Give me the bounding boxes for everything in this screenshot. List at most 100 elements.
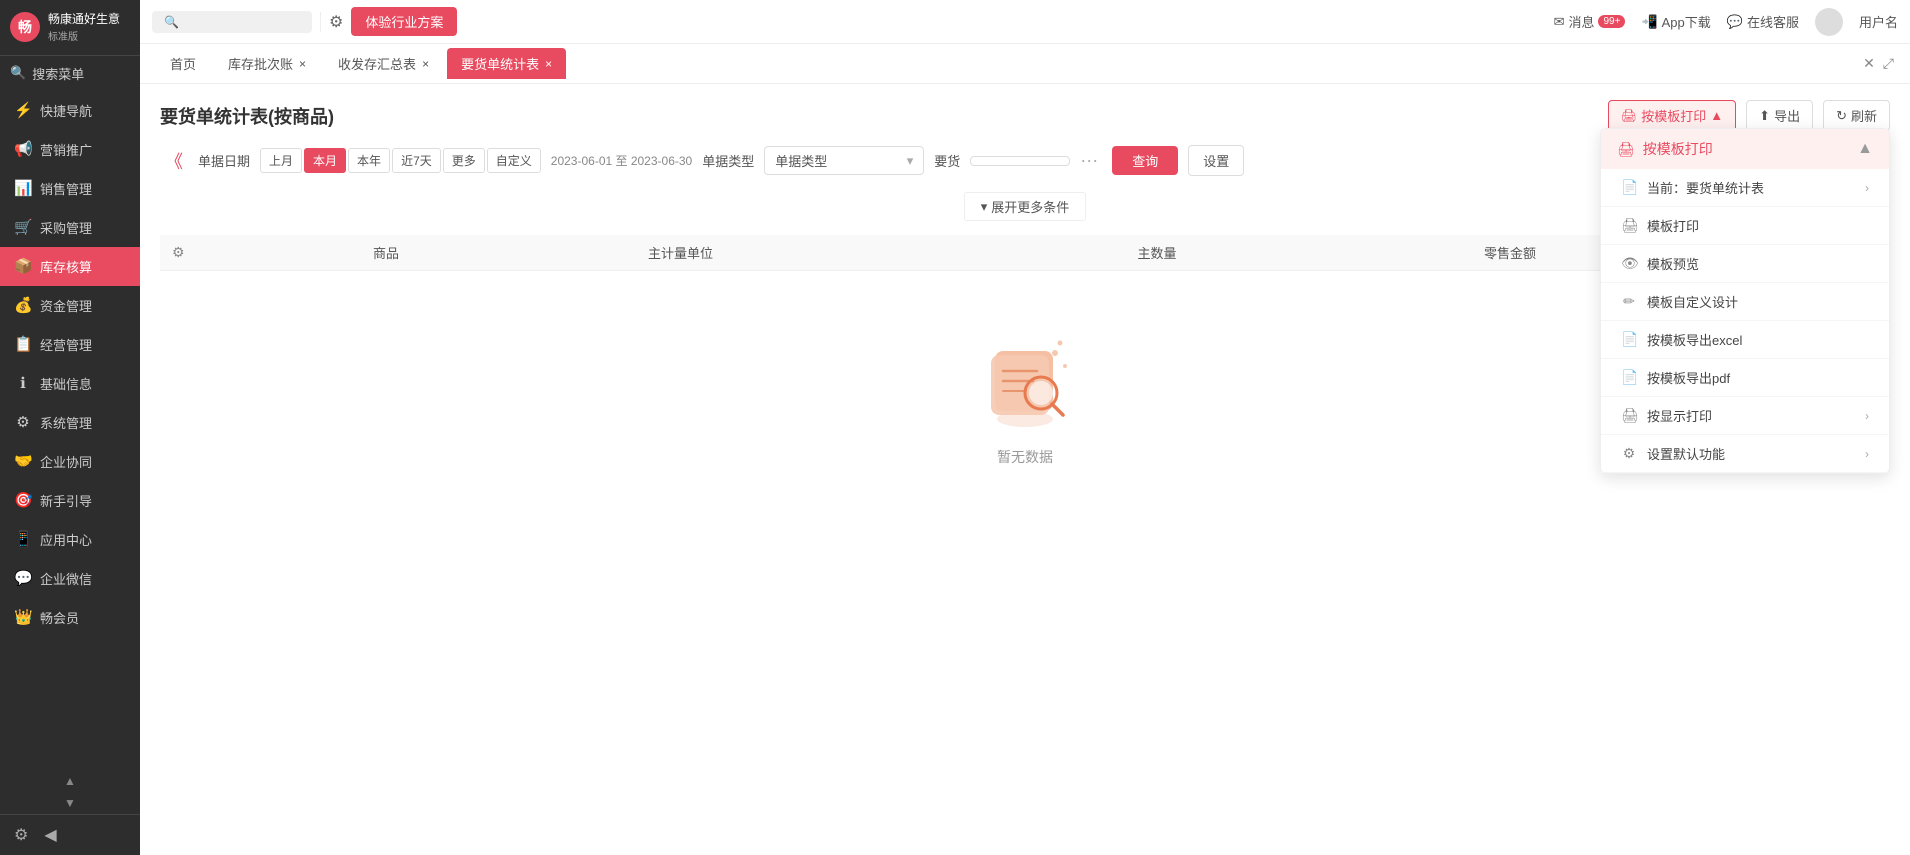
sidebar-item-label: 快捷导航 bbox=[40, 101, 92, 120]
tab-home[interactable]: 首页 bbox=[156, 48, 210, 79]
sidebar-search[interactable]: 🔍 搜索菜单 bbox=[0, 56, 140, 91]
refresh-label: 刷新 bbox=[1851, 106, 1877, 125]
filter-collapse-btn[interactable]: 《 bbox=[160, 147, 188, 175]
sidebar-item-wechat[interactable]: 💬 企业微信 bbox=[0, 559, 140, 598]
tab-batch[interactable]: 库存批次账 × bbox=[214, 48, 320, 79]
user-avatar[interactable] bbox=[1815, 8, 1843, 36]
sidebar-scroll-up[interactable]: ▲ bbox=[0, 770, 140, 792]
sidebar-item-label: 库存核算 bbox=[40, 257, 92, 276]
display-print-icon: 🖨 bbox=[1621, 407, 1637, 424]
sidebar-item-basic[interactable]: ℹ 基础信息 bbox=[0, 364, 140, 403]
date-btn-this-month[interactable]: 本月 bbox=[304, 148, 346, 173]
wechat-icon: 💬 bbox=[14, 569, 32, 587]
dropdown-template-design-label: 模板自定义设计 bbox=[1647, 292, 1869, 311]
doc-icon: 📄 bbox=[1621, 179, 1637, 196]
topbar-settings-icon[interactable]: ⚙ bbox=[329, 12, 343, 32]
print-dropdown-close[interactable]: ▲ bbox=[1857, 140, 1873, 158]
sidebar-item-apps[interactable]: 📱 应用中心 bbox=[0, 520, 140, 559]
guide-icon: 🎯 bbox=[14, 491, 32, 509]
sidebar-item-system[interactable]: ⚙ 系统管理 bbox=[0, 403, 140, 442]
date-btn-this-year[interactable]: 本年 bbox=[348, 148, 390, 173]
message-icon: ✉ bbox=[1554, 14, 1565, 30]
topbar-right: ✉ 消息 99+ 📲 App下载 💬 在线客服 用户名 bbox=[1554, 8, 1898, 36]
dropdown-template-preview-label: 模板预览 bbox=[1647, 254, 1869, 273]
print-dropdown-title: 按模板打印 bbox=[1643, 139, 1713, 159]
print-dropdown-header: 🖨 按模板打印 ▲ bbox=[1601, 129, 1889, 169]
scroll-down-icon: ▼ bbox=[64, 796, 76, 810]
goods-filter-input[interactable] bbox=[970, 156, 1070, 166]
sidebar-item-label: 企业协同 bbox=[40, 452, 92, 471]
sidebar-item-finance[interactable]: 💰 资金管理 bbox=[0, 286, 140, 325]
order-type-select[interactable]: 单据类型 ▾ bbox=[764, 146, 924, 175]
eye-icon: 👁 bbox=[1621, 255, 1637, 272]
expand-more-btn[interactable]: ▾ 展开更多条件 bbox=[964, 192, 1087, 221]
settings-btn[interactable]: 设置 bbox=[1188, 145, 1244, 176]
dropdown-template-preview[interactable]: 👁 模板预览 bbox=[1601, 245, 1889, 283]
sidebar-item-inventory[interactable]: 📦 库存核算 bbox=[0, 247, 140, 286]
basic-icon: ℹ bbox=[14, 374, 32, 392]
tab-home-label: 首页 bbox=[170, 54, 196, 73]
tab-batch-close[interactable]: × bbox=[299, 58, 306, 70]
page-actions: 🖨 按模板打印 ▲ ⬆ 导出 ↻ 刷新 bbox=[1608, 100, 1890, 131]
col-settings[interactable]: ⚙ bbox=[160, 235, 361, 271]
dropdown-display-print[interactable]: 🖨 按显示打印 › bbox=[1601, 397, 1889, 435]
tab-right-controls: ✕ ⤢ bbox=[1863, 55, 1894, 72]
sidebar-item-quick-nav[interactable]: ⚡ 快捷导航 bbox=[0, 91, 140, 130]
date-btn-last-month[interactable]: 上月 bbox=[260, 148, 302, 173]
tab-order-stat[interactable]: 要货单统计表 × bbox=[447, 48, 566, 79]
sidebar-item-cooperation[interactable]: 🤝 企业协同 bbox=[0, 442, 140, 481]
message-btn[interactable]: ✉ 消息 99+ bbox=[1554, 12, 1626, 31]
sidebar-item-label: 畅会员 bbox=[40, 608, 79, 627]
sidebar-item-label: 企业微信 bbox=[40, 569, 92, 588]
sidebar-scroll-down[interactable]: ▼ bbox=[0, 792, 140, 814]
sidebar-item-label: 采购管理 bbox=[40, 218, 92, 237]
inventory-icon: 📦 bbox=[14, 257, 32, 275]
tab-collection[interactable]: 收发存汇总表 × bbox=[324, 48, 443, 79]
sidebar-item-operation[interactable]: 📋 经营管理 bbox=[0, 325, 140, 364]
dropdown-template-excel[interactable]: 📄 按模板导出excel bbox=[1601, 321, 1889, 359]
online-service-label: 在线客服 bbox=[1747, 12, 1799, 31]
sidebar-item-guide[interactable]: 🎯 新手引导 bbox=[0, 481, 140, 520]
refresh-btn[interactable]: ↻ 刷新 bbox=[1823, 100, 1890, 131]
footer-settings-icon[interactable]: ⚙ bbox=[14, 825, 28, 845]
export-btn[interactable]: ⬆ 导出 bbox=[1746, 100, 1813, 131]
message-badge: 99+ bbox=[1598, 15, 1625, 28]
online-service-btn[interactable]: 💬 在线客服 bbox=[1727, 12, 1799, 31]
query-btn[interactable]: 查询 bbox=[1112, 146, 1178, 175]
sidebar-item-label: 经营管理 bbox=[40, 335, 92, 354]
more-options-icon[interactable]: ··· bbox=[1080, 150, 1098, 171]
col-quantity: 主数量 bbox=[1126, 235, 1472, 271]
sidebar-item-marketing[interactable]: 📢 营销推广 bbox=[0, 130, 140, 169]
app-download-btn[interactable]: 📲 App下载 bbox=[1641, 12, 1710, 31]
search-label: 搜索菜单 bbox=[32, 64, 84, 83]
sidebar-footer: ⚙ ◀ bbox=[0, 814, 140, 855]
sidebar-item-member[interactable]: 👑 畅会员 bbox=[0, 598, 140, 637]
dropdown-template-print[interactable]: 🖨 模板打印 bbox=[1601, 207, 1889, 245]
sidebar-item-sales[interactable]: 📊 销售管理 bbox=[0, 169, 140, 208]
footer-collapse-icon[interactable]: ◀ bbox=[44, 825, 56, 845]
page-content: 要货单统计表(按商品) 🖨 按模板打印 ▲ ⬆ 导出 ↻ 刷新 bbox=[140, 84, 1910, 855]
date-btn-7days[interactable]: 近7天 bbox=[392, 148, 441, 173]
sidebar-logo: 畅 畅康通好生意 标准版 bbox=[0, 0, 140, 56]
logo-icon: 畅 bbox=[10, 12, 40, 42]
sidebar-item-purchase[interactable]: 🛒 采购管理 bbox=[0, 208, 140, 247]
dropdown-current-template[interactable]: 📄 当前：要货单统计表 › bbox=[1601, 169, 1889, 207]
username-label: 用户名 bbox=[1859, 12, 1898, 31]
dropdown-current-label: 当前：要货单统计表 bbox=[1647, 178, 1855, 197]
dropdown-template-pdf[interactable]: 📄 按模板导出pdf bbox=[1601, 359, 1889, 397]
date-btn-more[interactable]: 更多 bbox=[443, 148, 485, 173]
dropdown-template-design[interactable]: ✏ 模板自定义设计 bbox=[1601, 283, 1889, 321]
topbar-search[interactable]: 🔍 bbox=[152, 11, 312, 33]
tab-collection-close[interactable]: × bbox=[422, 58, 429, 70]
tab-window-expand[interactable]: ⤢ bbox=[1883, 55, 1894, 72]
print-template-btn[interactable]: 🖨 按模板打印 ▲ bbox=[1608, 100, 1736, 131]
tab-window-close[interactable]: ✕ bbox=[1863, 55, 1875, 72]
printer2-icon: 🖨 bbox=[1621, 217, 1637, 234]
system-icon: ⚙ bbox=[14, 413, 32, 431]
table-settings-icon[interactable]: ⚙ bbox=[172, 244, 185, 260]
date-btn-custom[interactable]: 自定义 bbox=[487, 148, 541, 173]
tab-order-stat-close[interactable]: × bbox=[545, 58, 552, 70]
trial-btn[interactable]: 体验行业方案 bbox=[351, 7, 457, 36]
dropdown-set-default-arrow: › bbox=[1865, 447, 1869, 461]
dropdown-set-default[interactable]: ⚙ 设置默认功能 › bbox=[1601, 435, 1889, 473]
